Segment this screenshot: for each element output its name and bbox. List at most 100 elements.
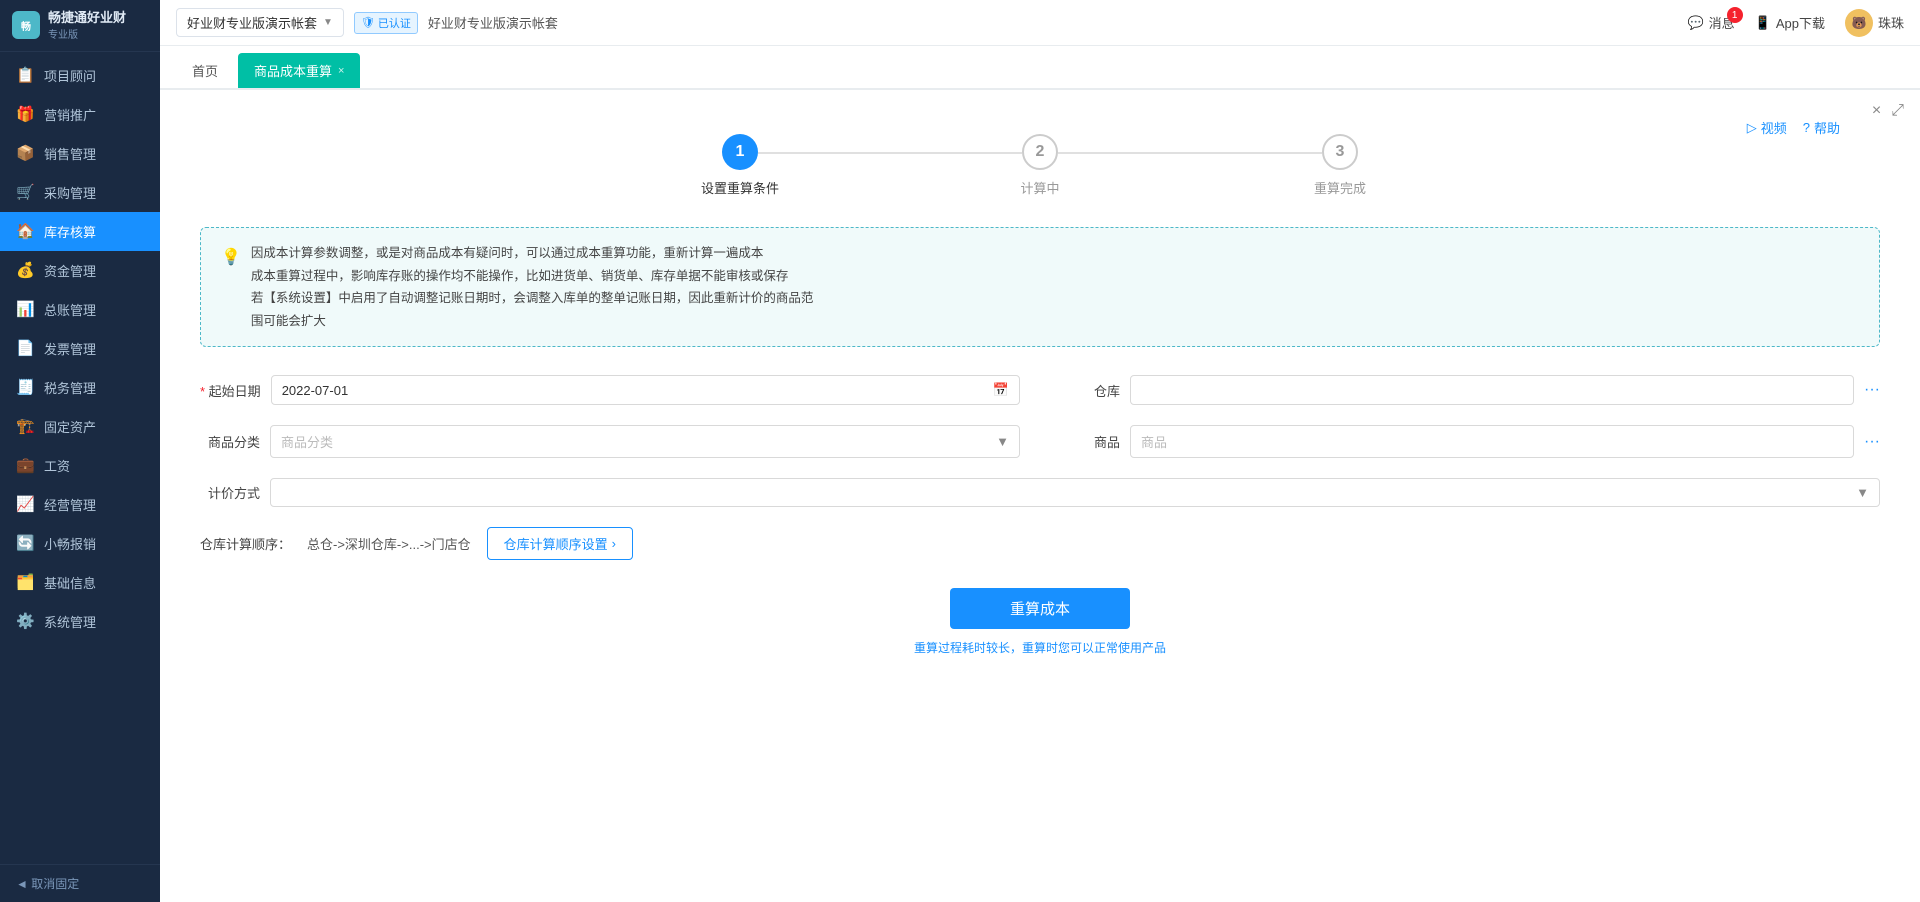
step-label-3: 重算完成 [1314, 178, 1366, 197]
calc-order-row: 仓库计算顺序： 总仓->深圳仓库->...->门店仓 仓库计算顺序设置 › [200, 527, 1880, 560]
main-area: 好业财专业版演示帐套 ▼ 🛡 已认证 好业财专业版演示帐套 💬 消息 1 📱 A… [160, 0, 1920, 902]
product-input[interactable]: 商品 [1130, 425, 1854, 458]
pricing-label: 计价方式 [200, 483, 260, 502]
start-date-value: 2022-07-01 [282, 383, 349, 398]
recalc-btn-label: 重算成本 [1010, 601, 1070, 618]
sidebar-logo: 畅 [12, 11, 40, 39]
pricing-row: 计价方式 ▼ [200, 478, 1880, 507]
info-line3: 若【系统设置】中启用了自动调整记账日期时，会调整入库单的整单记账日期，因此重新计… [251, 287, 814, 310]
category-arrow-icon: ▼ [996, 434, 1009, 449]
guchang-icon: 🏗️ [16, 417, 34, 435]
step-circle-2: 2 [1022, 134, 1058, 170]
sidebar-item-label-xitong: 系统管理 [44, 612, 96, 631]
sidebar-item-zijin[interactable]: 💰 资金管理 [0, 251, 160, 290]
product-more-icon[interactable]: ··· [1864, 433, 1880, 451]
sidebar-item-label-jichu: 基础信息 [44, 573, 96, 592]
warehouse-more-icon[interactable]: ··· [1864, 381, 1880, 399]
sidebar-item-fapiao[interactable]: 📄发票管理 [0, 329, 160, 368]
warehouse-row: 仓库 ··· [1060, 375, 1880, 405]
sidebar-item-caigou[interactable]: 🛒 采购管理 [0, 173, 160, 212]
category-select[interactable]: 商品分类 ▼ [270, 425, 1020, 458]
sidebar-item-shuiwu[interactable]: 🧾税务管理 [0, 368, 160, 407]
tab-home-label: 首页 [192, 61, 218, 80]
topbar: 好业财专业版演示帐套 ▼ 🛡 已认证 好业财专业版演示帐套 💬 消息 1 📱 A… [160, 0, 1920, 46]
calc-order-settings-button[interactable]: 仓库计算顺序设置 › [487, 527, 633, 560]
zijin-icon: 💰 [16, 261, 34, 279]
tab-home[interactable]: 首页 [176, 53, 234, 88]
verified-badge-inner: 🛡 已认证 [354, 12, 418, 34]
form-grid: 起始日期 2022-07-01 📅 仓库 ··· 商品分类 商品分类 ▼ [200, 375, 1880, 458]
user-avatar-area[interactable]: 🐻 珠珠 [1845, 9, 1904, 37]
sidebar-item-label-xiangmu: 项目顾问 [44, 66, 96, 85]
company-name: 好业财专业版演示帐套 [428, 13, 558, 32]
account-arrow-icon: ▼ [323, 17, 333, 28]
step-item-1: 1设置重算条件 [590, 134, 890, 197]
step-line-1 [758, 152, 1022, 154]
account-selector[interactable]: 好业财专业版演示帐套 ▼ [176, 8, 344, 37]
sidebar-item-label-zijin: 资金管理 [44, 261, 96, 280]
calendar-icon: 📅 [993, 382, 1009, 398]
expand-window-icon[interactable]: ⤢ [1891, 102, 1904, 120]
tabbar: 首页 商品成本重算 × [160, 46, 1920, 90]
avatar: 🐻 [1845, 9, 1873, 37]
step-label-2: 计算中 [1020, 178, 1059, 197]
sidebar-item-jichu[interactable]: 🗂️ 基础信息 [0, 563, 160, 602]
sidebar-item-zhangwu[interactable]: 📊 总账管理 [0, 290, 160, 329]
sidebar-item-guchang[interactable]: 🏗️固定资产 [0, 407, 160, 446]
sidebar-item-xiangmu[interactable]: 📋项目顾问 [0, 56, 160, 95]
product-label: 商品 [1060, 432, 1120, 451]
sidebar-nav: 📋项目顾问🎁营销推广📦销售管理 🛒 采购管理 🏠库存核算 💰 资金管理 📊 总账管理 📄发票管理… [0, 52, 160, 864]
start-date-row: 起始日期 2022-07-01 📅 [200, 375, 1020, 405]
message-icon: 💬 [1687, 15, 1703, 31]
tab-active[interactable]: 商品成本重算 × [238, 53, 360, 88]
gongzi-icon: 💼 [16, 456, 34, 474]
sidebar-header: 畅 畅捷通好业财 专业版 [0, 0, 160, 52]
message-button[interactable]: 💬 消息 1 [1687, 13, 1734, 32]
sidebar-item-label-xiaoshou: 销售管理 [44, 144, 96, 163]
sidebar-item-yingxiao[interactable]: 🎁营销推广 [0, 95, 160, 134]
start-date-input[interactable]: 2022-07-01 📅 [271, 375, 1020, 405]
product-row: 商品 商品 ··· [1060, 425, 1880, 458]
sidebar-item-xitong[interactable]: ⚙️ 系统管理 [0, 602, 160, 641]
topbar-right: 💬 消息 1 📱 App下载 🐻 珠珠 [1687, 9, 1904, 37]
sidebar-item-label-caigou: 采购管理 [44, 183, 96, 202]
sidebar-item-label-zhangwu: 总账管理 [44, 300, 96, 319]
phone-icon: 📱 [1755, 15, 1771, 31]
caigou-icon: 🛒 [16, 183, 34, 201]
calc-order-arrow-icon: › [612, 536, 616, 551]
product-placeholder: 商品 [1141, 432, 1167, 451]
info-text: 因成本计算参数调整，或是对商品成本有疑问时，可以通过成本重算功能，重新计算一遍成… [251, 242, 814, 332]
sidebar-item-jingying[interactable]: 📈经营管理 [0, 485, 160, 524]
app-download-button[interactable]: 📱 App下载 [1755, 13, 1825, 32]
category-placeholder: 商品分类 [281, 432, 333, 451]
fapiao-icon: 📄 [16, 339, 34, 357]
sidebar-subtitle: 专业版 [48, 26, 126, 41]
sidebar-item-label-kucun: 库存核算 [44, 222, 96, 241]
sidebar-footer[interactable]: ◄ 取消固定 [0, 864, 160, 902]
sidebar-item-label-yingxiao: 营销推广 [44, 105, 96, 124]
jichu-icon: 🗂️ [16, 573, 34, 591]
xitong-icon: ⚙️ [16, 612, 34, 630]
warehouse-input[interactable] [1130, 375, 1854, 405]
sidebar-item-label-jingying: 经营管理 [44, 495, 96, 514]
sidebar-item-xiaoshou[interactable]: 📦销售管理 [0, 134, 160, 173]
shuiwu-icon: 🧾 [16, 378, 34, 396]
step-item-3: 3 重算完成 [1190, 134, 1490, 197]
tab-close-icon[interactable]: × [338, 65, 344, 77]
zhangwu-icon: 📊 [16, 300, 34, 318]
app-download-label: App下载 [1776, 13, 1825, 32]
message-badge: 1 [1727, 7, 1743, 23]
verified-badge: 🛡 已认证 [354, 12, 418, 34]
recalc-button[interactable]: 重算成本 [950, 588, 1130, 629]
pricing-select[interactable]: ▼ [270, 478, 1880, 507]
close-window-icon[interactable]: × [1872, 102, 1881, 120]
step-item-2: 2 计算中 [890, 134, 1190, 197]
pricing-arrow-icon: ▼ [1856, 485, 1869, 500]
sidebar-item-baoxiao[interactable]: 🔄小畅报销 [0, 524, 160, 563]
recalc-section: 重算成本 重算过程耗时较长，重算时您可以正常使用产品 [200, 588, 1880, 656]
sidebar-item-gongzi[interactable]: 💼工资 [0, 446, 160, 485]
account-name: 好业财专业版演示帐套 [187, 13, 317, 32]
step-circle-3: 3 [1322, 134, 1358, 170]
sidebar-item-kucun[interactable]: 🏠库存核算 [0, 212, 160, 251]
step-line-2 [1058, 152, 1322, 154]
